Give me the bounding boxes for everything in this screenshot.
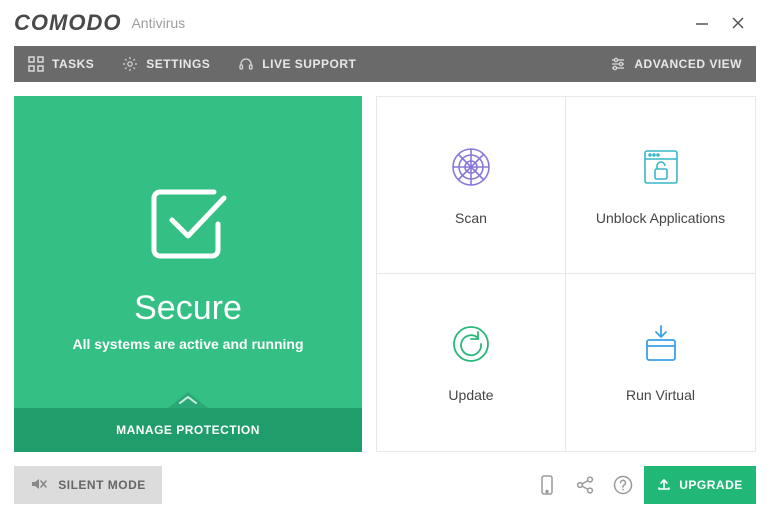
action-update[interactable]: Update	[377, 274, 566, 451]
secure-check-icon	[142, 178, 234, 275]
action-scan-label: Scan	[455, 210, 487, 226]
status-panel: Secure All systems are active and runnin…	[14, 96, 362, 452]
upgrade-label: UPGRADE	[679, 478, 743, 492]
expand-chevron[interactable]	[168, 388, 208, 408]
tasks-icon	[28, 56, 44, 72]
menu-tasks[interactable]: TASKS	[14, 46, 108, 82]
menu-advanced-view[interactable]: ADVANCED VIEW	[596, 46, 756, 82]
action-unblock-label: Unblock Applications	[596, 210, 725, 226]
main-area: Secure All systems are active and runnin…	[14, 96, 756, 452]
silent-mode-label: SILENT MODE	[58, 478, 146, 492]
mute-icon	[30, 475, 48, 496]
menu-tasks-label: TASKS	[52, 57, 94, 71]
action-grid: Scan Unblock Applications	[376, 96, 756, 452]
status-title: Secure	[134, 289, 242, 328]
menu-settings-label: SETTINGS	[146, 57, 210, 71]
manage-protection-button[interactable]: MANAGE PROTECTION	[14, 408, 362, 452]
run-virtual-icon	[639, 322, 683, 371]
action-unblock-applications[interactable]: Unblock Applications	[566, 97, 755, 274]
unblock-icon	[639, 145, 683, 194]
gear-icon	[122, 56, 138, 72]
menu-advanced-view-label: ADVANCED VIEW	[634, 57, 742, 71]
footer: SILENT MODE	[14, 466, 756, 504]
minimize-icon	[695, 16, 709, 30]
action-scan[interactable]: Scan	[377, 97, 566, 274]
menu-live-support[interactable]: LIVE SUPPORT	[224, 46, 370, 82]
menu-settings[interactable]: SETTINGS	[108, 46, 224, 82]
minimize-button[interactable]	[684, 0, 720, 46]
silent-mode-button[interactable]: SILENT MODE	[14, 466, 162, 504]
action-run-virtual[interactable]: Run Virtual	[566, 274, 755, 451]
menubar: TASKS SETTINGS LIVE SUPPORT	[14, 46, 756, 82]
mobile-icon[interactable]	[536, 474, 558, 496]
footer-icon-group	[536, 466, 634, 504]
sliders-icon	[610, 56, 626, 72]
menu-live-support-label: LIVE SUPPORT	[262, 57, 356, 71]
brand-logo: COMODO	[14, 10, 121, 36]
action-run-virtual-label: Run Virtual	[626, 387, 695, 403]
share-icon[interactable]	[574, 474, 596, 496]
help-icon[interactable]	[612, 474, 634, 496]
upgrade-button[interactable]: UPGRADE	[644, 466, 756, 504]
scan-icon	[449, 145, 493, 194]
manage-protection-label: MANAGE PROTECTION	[116, 423, 260, 437]
upgrade-icon	[657, 477, 671, 494]
action-update-label: Update	[448, 387, 493, 403]
titlebar: COMODO Antivirus	[0, 0, 770, 46]
status-subtitle: All systems are active and running	[54, 336, 321, 352]
product-name: Antivirus	[131, 15, 185, 31]
update-icon	[449, 322, 493, 371]
headset-icon	[238, 56, 254, 72]
close-icon	[731, 16, 745, 30]
close-button[interactable]	[720, 0, 756, 46]
